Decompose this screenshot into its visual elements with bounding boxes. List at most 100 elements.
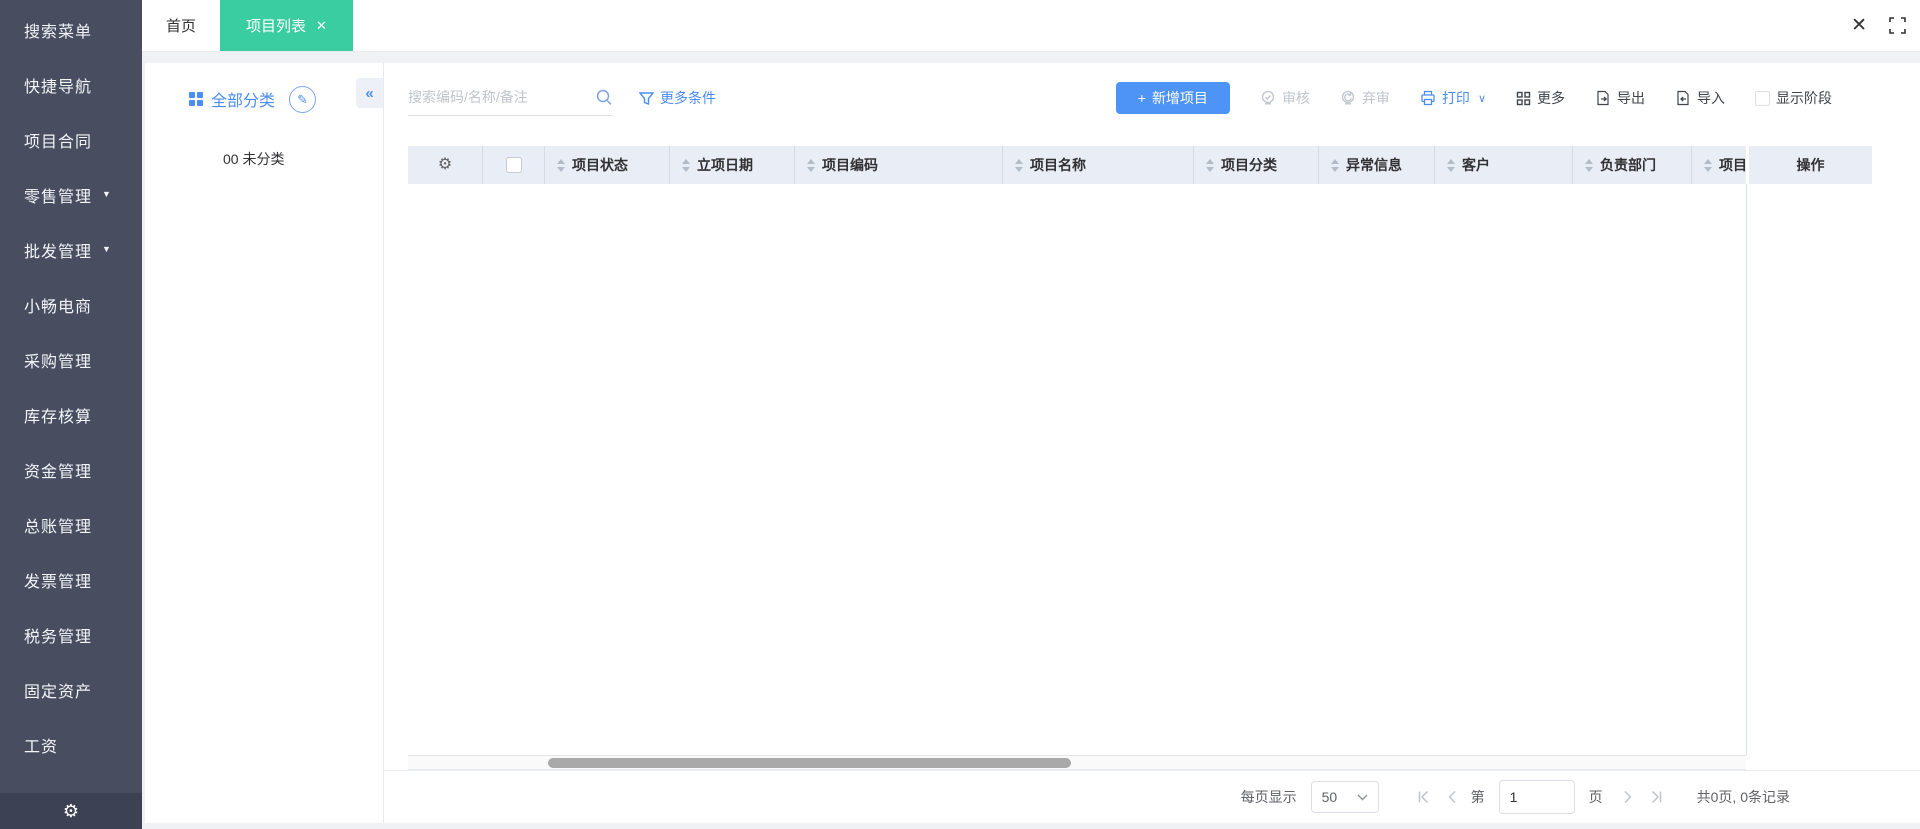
project-list-panel: 搜索编码/名称/备注 更多条件 + 新增项目 审核 弃审 打印 ∨ 更多 导出 … [384, 63, 1920, 823]
collapse-icon: « [365, 84, 374, 102]
category-item-uncategorized[interactable]: 00 未分类 [145, 149, 383, 169]
column-header-project-category[interactable]: 项目分类 [1194, 146, 1319, 184]
sidebar-item-label: 批发管理 [24, 243, 93, 261]
sort-arrows-icon[interactable] [1447, 158, 1455, 172]
export-label: 导出 [1617, 90, 1645, 106]
per-page-select[interactable]: 50 [1310, 781, 1379, 813]
first-page-icon[interactable] [1417, 790, 1431, 804]
column-header-project-clipped[interactable]: 项目 [1692, 146, 1746, 184]
more-label: 更多 [1537, 90, 1565, 106]
column-header-actions: 操作 [1749, 146, 1872, 184]
horizontal-scrollbar[interactable] [408, 755, 1746, 770]
search-input[interactable]: 搜索编码/名称/备注 [408, 87, 613, 116]
sidebar-item-project-contract[interactable]: 项目合同 [0, 112, 142, 167]
show-stage-toggle[interactable]: 显示阶段 [1755, 88, 1832, 108]
tab-bar: 首页 项目列表 ✕ ✕ [142, 0, 1920, 52]
column-header-project-status[interactable]: 项目状态 [545, 146, 670, 184]
table-body-empty [384, 184, 1920, 755]
select-all-checkbox[interactable] [505, 157, 522, 173]
export-button[interactable]: 导出 [1595, 88, 1645, 108]
table-header: ⚙ 项目状态 立项日期 项目编码 项目名称 项目分类 异常信息 客户 负责部门 … [408, 146, 1920, 184]
more-filters-button[interactable]: 更多条件 [639, 88, 716, 108]
column-settings-cell[interactable]: ⚙ [408, 146, 483, 184]
page-number-input[interactable] [1498, 780, 1575, 814]
column-header-responsible-dept[interactable]: 负责部门 [1573, 146, 1692, 184]
import-button[interactable]: 导入 [1675, 88, 1725, 108]
column-header-project-code[interactable]: 项目编码 [795, 146, 1003, 184]
sidebar-item-purchase-mgmt[interactable]: 采购管理 [0, 332, 142, 387]
filter-funnel-icon [639, 91, 654, 106]
close-icon[interactable]: ✕ [1851, 16, 1867, 35]
audit-button[interactable]: 审核 [1260, 88, 1310, 108]
scrollbar-thumb[interactable] [548, 758, 1071, 768]
sidebar-item-invoice-mgmt[interactable]: 发票管理 [0, 552, 142, 607]
sort-arrows-icon[interactable] [557, 158, 565, 172]
sidebar-item-tax-mgmt[interactable]: 税务管理 [0, 607, 142, 662]
fullscreen-icon[interactable] [1889, 17, 1906, 34]
sort-arrows-icon[interactable] [1015, 158, 1023, 172]
page-prefix-label: 第 [1470, 789, 1485, 805]
column-header-project-name[interactable]: 项目名称 [1003, 146, 1194, 184]
add-project-label: 新增项目 [1151, 90, 1208, 106]
sidebar-item-quick-nav[interactable]: 快捷导航 [0, 57, 142, 112]
show-stage-checkbox[interactable] [1755, 90, 1770, 106]
next-page-icon[interactable] [1623, 790, 1633, 804]
edit-icon: ✎ [297, 91, 308, 107]
chevron-down-icon: ▼ [102, 189, 112, 199]
sort-arrows-icon[interactable] [1585, 158, 1593, 172]
sidebar-item-search-menu[interactable]: 搜索菜单 [0, 2, 142, 57]
gear-icon[interactable]: ⚙ [438, 157, 452, 173]
close-tab-icon[interactable]: ✕ [316, 18, 327, 34]
category-panel-header: 全部分类 ✎ [145, 63, 383, 121]
last-page-icon[interactable] [1649, 790, 1663, 804]
chevron-down-icon: ∨ [1477, 92, 1486, 105]
column-label: 项目状态 [572, 157, 628, 173]
sidebar-item-general-ledger[interactable]: 总账管理 [0, 497, 142, 552]
sort-arrows-icon[interactable] [682, 158, 690, 172]
column-label: 项目编码 [822, 157, 878, 173]
sidebar-item-inventory-accounting[interactable]: 库存核算 [0, 387, 142, 442]
sort-arrows-icon[interactable] [1704, 158, 1712, 172]
search-icon[interactable] [595, 88, 613, 106]
edit-category-button[interactable]: ✎ [289, 85, 317, 113]
sidebar-item-wholesale-mgmt[interactable]: 批发管理 ▼ [0, 222, 142, 277]
export-doc-icon [1595, 90, 1611, 106]
sidebar-item-xiaochang-ecom[interactable]: 小畅电商 [0, 277, 142, 332]
tab-home[interactable]: 首页 [142, 0, 220, 51]
sidebar: 搜索菜单 快捷导航 项目合同 零售管理 ▼ 批发管理 ▼ 小畅电商 采购管理 库存核… [0, 0, 142, 829]
sidebar-item-label: 采购管理 [24, 353, 93, 371]
prev-page-icon[interactable] [1447, 790, 1457, 804]
pagination-bar: 每页显示 50 第 1 页 共0页, 0条记录 [384, 770, 1920, 823]
sidebar-settings-bar[interactable]: ⚙ [0, 793, 142, 829]
add-project-button[interactable]: + 新增项目 [1115, 82, 1230, 114]
category-panel-title[interactable]: 全部分类 [211, 87, 275, 111]
select-all-cell[interactable] [483, 146, 545, 184]
workspace: 全部分类 ✎ « 00 未分类 搜索编码/名称/备注 更多条件 + 新增项目 审… [142, 52, 1920, 829]
sidebar-item-label: 项目合同 [24, 133, 93, 151]
more-button[interactable]: 更多 [1516, 88, 1565, 108]
category-panel: 全部分类 ✎ « 00 未分类 [145, 63, 384, 823]
printer-icon [1420, 90, 1436, 106]
sort-arrows-icon[interactable] [1206, 158, 1214, 172]
unaudit-button[interactable]: 弃审 [1340, 88, 1390, 108]
print-button[interactable]: 打印 ∨ [1420, 88, 1486, 108]
sidebar-item-funds-mgmt[interactable]: 资金管理 [0, 442, 142, 497]
sidebar-item-payroll[interactable]: 工资 [0, 717, 142, 772]
gear-icon[interactable]: ⚙ [63, 802, 79, 820]
per-page-label: 每页显示 [1240, 789, 1297, 805]
chevron-down-icon: ▼ [102, 244, 112, 254]
tab-project-list[interactable]: 项目列表 ✕ [220, 0, 353, 51]
sort-arrows-icon[interactable] [1331, 158, 1339, 172]
column-header-start-date[interactable]: 立项日期 [670, 146, 795, 184]
sidebar-menu: 搜索菜单 快捷导航 项目合同 零售管理 ▼ 批发管理 ▼ 小畅电商 采购管理 库存核… [0, 0, 142, 827]
window-controls: ✕ [1851, 0, 1920, 51]
column-header-exception-info[interactable]: 异常信息 [1319, 146, 1435, 184]
page-nav [1417, 790, 1457, 804]
column-label: 项目名称 [1030, 157, 1086, 173]
sidebar-item-fixed-assets[interactable]: 固定资产 [0, 662, 142, 717]
sidebar-item-retail-mgmt[interactable]: 零售管理 ▼ [0, 167, 142, 222]
sort-arrows-icon[interactable] [807, 158, 815, 172]
sidebar-item-label: 资金管理 [24, 463, 93, 481]
column-header-customer[interactable]: 客户 [1435, 146, 1573, 184]
collapse-panel-button[interactable]: « [356, 78, 383, 108]
